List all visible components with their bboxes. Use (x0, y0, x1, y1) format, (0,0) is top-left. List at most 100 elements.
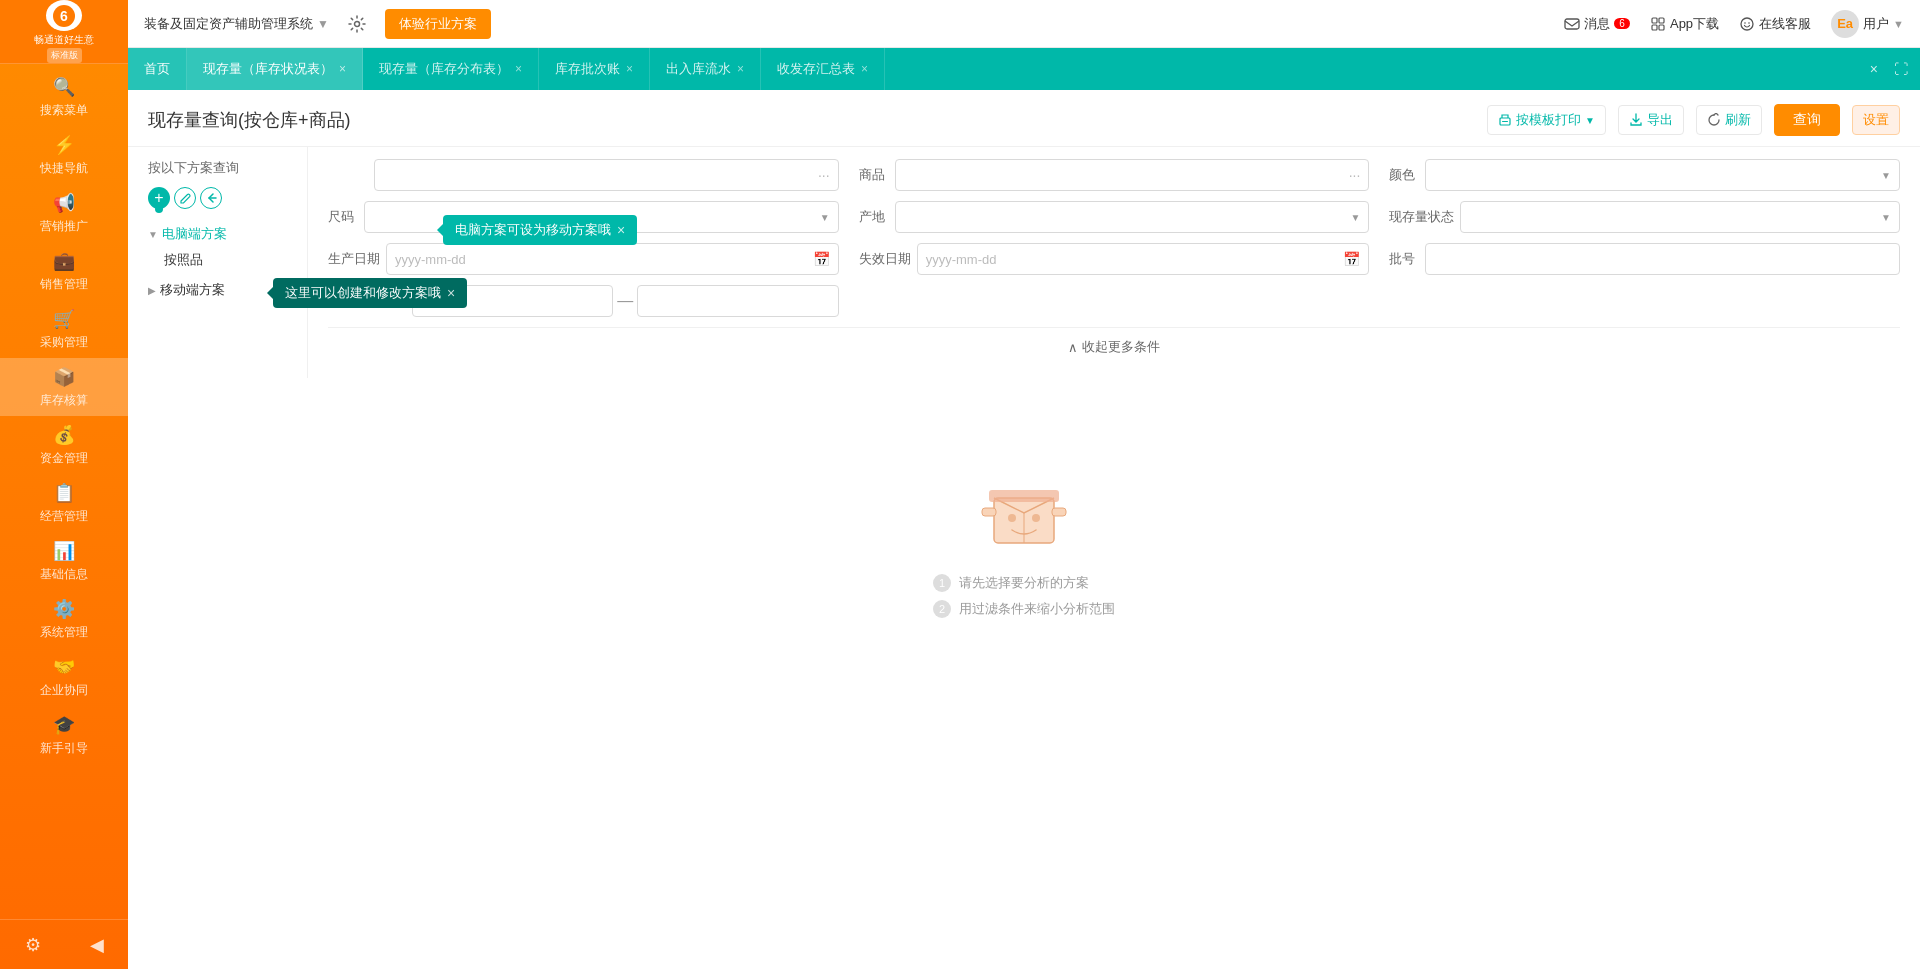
filter-goods-input[interactable]: ··· (895, 159, 1370, 191)
tab-inventory-batch-label: 库存批次账 (555, 60, 620, 78)
settings-btn[interactable]: 设置 (1852, 105, 1900, 135)
sidebar-item-quicknav[interactable]: ⚡ 快捷导航 (0, 126, 128, 184)
sidebar-item-search[interactable]: 🔍 搜索菜单 (0, 68, 128, 126)
sidebar-item-newbie[interactable]: 🎓 新手引导 (0, 706, 128, 764)
tab-inventory-dist[interactable]: 现存量（库存分布表） × (363, 48, 539, 90)
sidebar-item-basics[interactable]: 📊 基础信息 (0, 532, 128, 590)
popover-pc-close[interactable]: × (617, 222, 625, 238)
tab-inventory-status[interactable]: 现存量（库存状况表） × (187, 48, 363, 90)
popover-pc-arrow (437, 224, 443, 236)
svg-rect-12 (1502, 121, 1508, 122)
dot-indicator (155, 205, 163, 213)
industry-btn[interactable]: 体验行业方案 (385, 9, 491, 39)
sidebar-item-enterprise[interactable]: 🤝 企业协同 (0, 648, 128, 706)
app-name-selector[interactable]: 装备及固定资产辅助管理系统 ▼ (144, 15, 329, 33)
sidebar-item-operations[interactable]: 📋 经营管理 (0, 474, 128, 532)
empty-hint-1-text: 请先选择要分析的方案 (959, 574, 1089, 592)
newbie-icon: 🎓 (53, 714, 75, 736)
filter-row-4: 现存量（主） — (328, 285, 1900, 317)
sidebar-item-newbie-label: 新手引导 (40, 740, 88, 757)
tab-close-all[interactable]: × (1866, 57, 1882, 81)
empty-hint-2-text: 用过滤条件来缩小分析范围 (959, 600, 1115, 618)
back-scheme-btn[interactable] (200, 187, 222, 209)
user-dropdown-icon: ▼ (1893, 18, 1904, 30)
app-name-text: 装备及固定资产辅助管理系统 (144, 15, 313, 33)
empty-hint-1: 1 请先选择要分析的方案 (933, 574, 1115, 592)
filter-stock-status-select[interactable]: ▼ (1460, 201, 1900, 233)
collapse-icon: ∧ (1068, 340, 1078, 355)
svg-point-9 (1744, 22, 1746, 24)
filter-row-1: ··· 商品 ··· 颜色 (328, 159, 1900, 191)
empty-hint-2: 2 用过滤条件来缩小分析范围 (933, 600, 1115, 618)
sidebar-bottom: ⚙ ◀ (0, 919, 128, 969)
filter-prod-date-input[interactable]: yyyy-mm-dd 📅 (386, 243, 839, 275)
scheme-item-product[interactable]: 按照品 (148, 247, 308, 273)
purchase-icon: 🛒 (53, 308, 75, 330)
refresh-label: 刷新 (1725, 111, 1751, 129)
sidebar-item-inventory[interactable]: 📦 库存核算 (0, 358, 128, 416)
expire-date-calendar-icon: 📅 (1343, 251, 1360, 267)
empty-hint-1-num: 1 (933, 574, 951, 592)
svg-text:6: 6 (60, 8, 68, 24)
query-area: 按以下方案查询 + ▼ 电脑端方案 (128, 147, 1920, 378)
tab-summary-close[interactable]: × (861, 62, 868, 76)
content-area: 现存量查询(按仓库+商品) 按模板打印 ▼ 导出 刷新 查询 设置 (128, 90, 1920, 969)
filter-goods: 商品 ··· (859, 159, 1370, 191)
user-area[interactable]: Ea 用户 ▼ (1831, 10, 1904, 38)
filter-warehouse-input[interactable]: ··· (374, 159, 839, 191)
collapse-bar[interactable]: ∧ 收起更多条件 (328, 327, 1900, 366)
sidebar-item-marketing[interactable]: 📢 营销推广 (0, 184, 128, 242)
tab-inventory-batch[interactable]: 库存批次账 × (539, 48, 650, 90)
popover-create-arrow (267, 287, 273, 299)
online-service-label: 在线客服 (1759, 15, 1811, 33)
online-service-btn[interactable]: 在线客服 (1739, 15, 1811, 33)
sidebar-item-purchase[interactable]: 🛒 采购管理 (0, 300, 128, 358)
tab-inventory-status-close[interactable]: × (339, 62, 346, 76)
sidebar-item-finance[interactable]: 💰 资金管理 (0, 416, 128, 474)
app-download-btn[interactable]: App下载 (1650, 15, 1719, 33)
app-name-dropdown-icon: ▼ (317, 17, 329, 31)
sidebar-item-sales[interactable]: 💼 销售管理 (0, 242, 128, 300)
sidebar-item-system[interactable]: ⚙️ 系统管理 (0, 590, 128, 648)
topbar: 装备及固定资产辅助管理系统 ▼ 体验行业方案 消息 6 App下载 在线客服 (128, 0, 1920, 48)
tab-fullscreen[interactable]: ⛶ (1890, 57, 1912, 81)
sidebar-item-marketing-label: 营销推广 (40, 218, 88, 235)
scheme-panel: 按以下方案查询 + ▼ 电脑端方案 (128, 147, 308, 378)
export-btn[interactable]: 导出 (1618, 105, 1684, 135)
sidebar-settings-icon[interactable]: ⚙ (25, 934, 41, 956)
filter-expire-date-input[interactable]: yyyy-mm-dd 📅 (917, 243, 1370, 275)
tab-inventory-batch-close[interactable]: × (626, 62, 633, 76)
tab-home[interactable]: 首页 (128, 48, 187, 90)
tab-summary[interactable]: 收发存汇总表 × (761, 48, 885, 90)
sidebar-item-inventory-label: 库存核算 (40, 392, 88, 409)
edit-scheme-btn[interactable] (174, 187, 196, 209)
svg-rect-4 (1652, 18, 1657, 23)
tab-inout-flow[interactable]: 出入库流水 × (650, 48, 761, 90)
popover-create-close[interactable]: × (447, 285, 455, 301)
print-btn[interactable]: 按模板打印 ▼ (1487, 105, 1606, 135)
scheme-item-pc[interactable]: ▼ 电脑端方案 (148, 221, 308, 247)
filter-origin-select[interactable]: ▼ (895, 201, 1370, 233)
sidebar-item-finance-label: 资金管理 (40, 450, 88, 467)
refresh-btn[interactable]: 刷新 (1696, 105, 1762, 135)
topbar-settings-btn[interactable] (341, 8, 373, 40)
filter-color-select[interactable]: ▼ (1425, 159, 1900, 191)
sidebar-item-operations-label: 经营管理 (40, 508, 88, 525)
tab-inventory-dist-label: 现存量（库存分布表） (379, 60, 509, 78)
export-label: 导出 (1647, 111, 1673, 129)
tab-inout-flow-close[interactable]: × (737, 62, 744, 76)
enterprise-icon: 🤝 (53, 656, 75, 678)
sidebar-collapse-icon[interactable]: ◀ (90, 934, 104, 956)
filter-stock-max-input[interactable] (637, 285, 838, 317)
filter-warehouse: ··· (328, 159, 839, 191)
filter-batch-input[interactable] (1425, 243, 1900, 275)
filter-batch: 批号 (1389, 243, 1900, 275)
basics-icon: 📊 (53, 540, 75, 562)
search-btn[interactable]: 查询 (1774, 104, 1840, 136)
print-label: 按模板打印 (1516, 111, 1581, 129)
message-btn[interactable]: 消息 6 (1564, 15, 1630, 33)
tab-inventory-dist-close[interactable]: × (515, 62, 522, 76)
filter-color-label: 颜色 (1389, 166, 1419, 184)
popover-create-scheme: 这里可以创建和修改方案哦 × (273, 278, 467, 308)
popover-create-text: 这里可以创建和修改方案哦 (285, 284, 441, 302)
